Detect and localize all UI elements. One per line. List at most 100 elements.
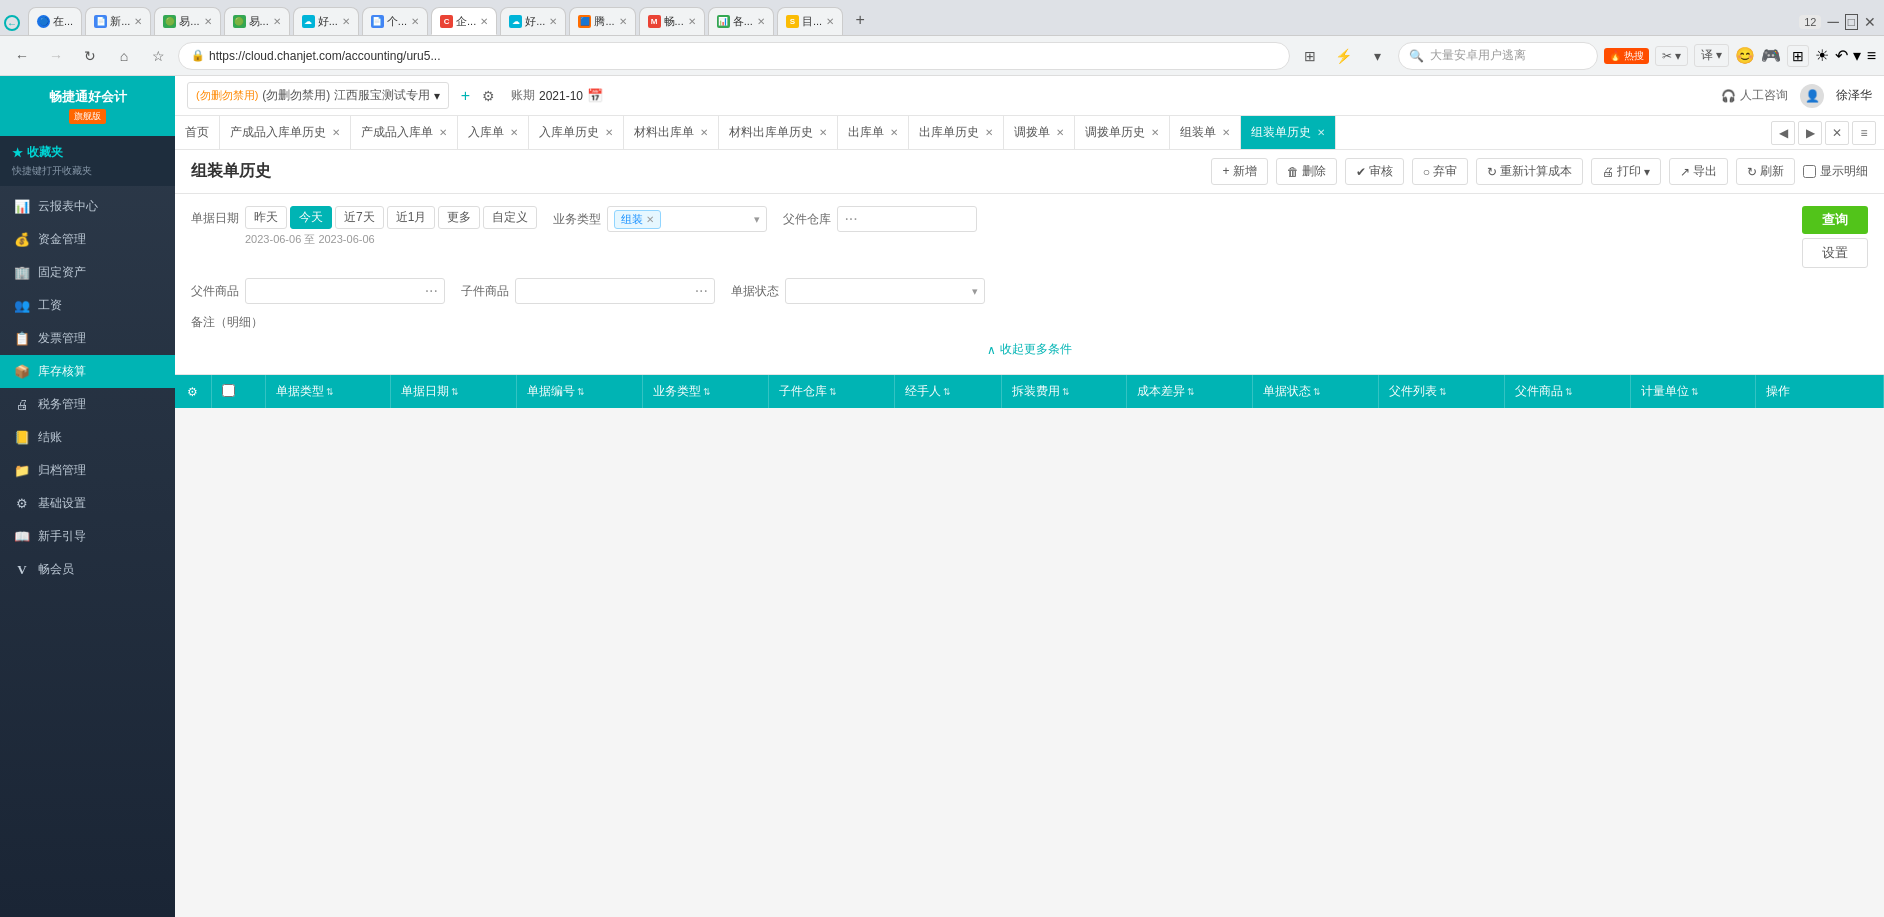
tab-close[interactable]: ✕ — [273, 16, 281, 27]
sidebar-item-assets[interactable]: 🏢 固定资产 — [0, 256, 175, 289]
tab-4[interactable]: 🟢 易... ✕ — [224, 7, 290, 35]
browser-back-icon[interactable]: ← — [4, 15, 20, 31]
tab-assembly[interactable]: 组装单 ✕ — [1170, 116, 1241, 150]
tab-12[interactable]: S 目... ✕ — [777, 7, 843, 35]
tab-homepage[interactable]: 首页 — [175, 116, 220, 150]
tab-close-icon[interactable]: ✕ — [439, 127, 447, 138]
tab-close-all[interactable]: ✕ — [1825, 121, 1849, 145]
custom-btn[interactable]: 自定义 — [483, 206, 537, 229]
tab-close[interactable]: ✕ — [619, 16, 627, 27]
more-btn[interactable]: 更多 — [438, 206, 480, 229]
apps-btn[interactable]: ⊞ — [1787, 45, 1809, 67]
tab-material-outbound[interactable]: 材料出库单 ✕ — [624, 116, 719, 150]
settings-icon[interactable]: ⚙ — [482, 88, 495, 104]
window-close[interactable]: ✕ — [1864, 14, 1876, 30]
tab-inbound-history[interactable]: 入库单历史 ✕ — [529, 116, 624, 150]
tab-outbound[interactable]: 出库单 ✕ — [838, 116, 909, 150]
show-detail-checkbox[interactable]: 显示明细 — [1803, 163, 1868, 180]
th-order-date[interactable]: 单据日期⇅ — [391, 375, 517, 408]
order-status-select[interactable]: ▾ — [785, 278, 985, 304]
yesterday-btn[interactable]: 昨天 — [245, 206, 287, 229]
tab-add[interactable]: + — [846, 7, 874, 35]
tab-assembly-history[interactable]: 组装单历史 ✕ — [1241, 116, 1336, 150]
tab-close[interactable]: ✕ — [688, 16, 696, 27]
last1month-btn[interactable]: 近1月 — [387, 206, 436, 229]
tab-close-icon[interactable]: ✕ — [605, 127, 613, 138]
tab-8[interactable]: ☁ 好... ✕ — [500, 7, 566, 35]
tab-close[interactable]: ✕ — [826, 16, 834, 27]
sidebar-item-inventory[interactable]: 📦 库存核算 — [0, 355, 175, 388]
sun-btn[interactable]: ☀ — [1815, 46, 1829, 65]
history-btn[interactable]: ↶ ▾ — [1835, 46, 1860, 65]
sidebar-item-salary[interactable]: 👥 工资 — [0, 289, 175, 322]
sidebar-favorites[interactable]: ★收藏夹 快捷键打开收藏夹 — [0, 136, 175, 186]
business-type-input[interactable]: 组装 ✕ ▾ — [607, 206, 767, 232]
window-minimize[interactable]: ─ — [1827, 13, 1838, 31]
sidebar-item-finance[interactable]: 💰 资金管理 — [0, 223, 175, 256]
sidebar-item-guide[interactable]: 📖 新手引导 — [0, 520, 175, 553]
th-business-type[interactable]: 业务类型⇅ — [643, 375, 769, 408]
parent-warehouse-input[interactable]: ··· — [837, 206, 977, 232]
th-unit[interactable]: 计量单位⇅ — [1630, 375, 1756, 408]
tab-close[interactable]: ✕ — [204, 16, 212, 27]
tab-11[interactable]: 📊 各... ✕ — [708, 7, 774, 35]
consulting-btn[interactable]: 🎧 人工咨询 — [1721, 87, 1788, 104]
show-detail-input[interactable] — [1803, 165, 1816, 178]
tab-transfer[interactable]: 调拨单 ✕ — [1004, 116, 1075, 150]
period-selector[interactable]: 账期 2021-10 📅 — [503, 83, 611, 108]
collapse-btn[interactable]: ∧ 收起更多条件 — [191, 337, 1868, 362]
game-btn[interactable]: 🎮 — [1761, 46, 1781, 65]
sidebar-item-vip[interactable]: V 畅会员 — [0, 553, 175, 586]
tab-transfer-history[interactable]: 调拨单历史 ✕ — [1075, 116, 1170, 150]
tab-7-active[interactable]: C 企... ✕ — [431, 7, 497, 35]
sidebar-logo[interactable]: 畅捷通好会计 旗舰版 — [0, 76, 175, 136]
nav-forward[interactable]: → — [42, 42, 70, 70]
tab-6[interactable]: 📄 个... ✕ — [362, 7, 428, 35]
th-parent-list[interactable]: 父件列表⇅ — [1379, 375, 1505, 408]
tab-close[interactable]: ✕ — [549, 16, 557, 27]
th-child-warehouse[interactable]: 子件仓库⇅ — [768, 375, 894, 408]
tab-close-icon[interactable]: ✕ — [890, 127, 898, 138]
nav-refresh[interactable]: ↻ — [76, 42, 104, 70]
th-order-type[interactable]: 单据类型⇅ — [265, 375, 391, 408]
address-input[interactable]: 🔒 https://cloud.chanjet.com/accounting/u… — [178, 42, 1290, 70]
tab-close[interactable]: ✕ — [480, 16, 488, 27]
tab-close-icon[interactable]: ✕ — [700, 127, 708, 138]
tab-close-icon[interactable]: ✕ — [332, 127, 340, 138]
export-btn[interactable]: ↗ 导出 — [1669, 158, 1728, 185]
add-company-btn[interactable]: + — [457, 87, 474, 105]
abandon-btn[interactable]: ○ 弃审 — [1412, 158, 1468, 185]
th-order-status[interactable]: 单据状态⇅ — [1253, 375, 1379, 408]
tab-close[interactable]: ✕ — [134, 16, 142, 27]
extensions-btn[interactable]: ⚡ — [1330, 42, 1358, 70]
tab-material-outbound-history[interactable]: 材料出库单历史 ✕ — [719, 116, 838, 150]
tag-close-icon[interactable]: ✕ — [646, 214, 654, 225]
sidebar-item-tax[interactable]: 🖨 税务管理 — [0, 388, 175, 421]
nav-bookmark[interactable]: ☆ — [144, 42, 172, 70]
tab-outbound-history[interactable]: 出库单历史 ✕ — [909, 116, 1004, 150]
nav-back[interactable]: ← — [8, 42, 36, 70]
tab-9[interactable]: 🟦 腾... ✕ — [569, 7, 635, 35]
tab-finished-goods[interactable]: 产成品入库单 ✕ — [351, 116, 458, 150]
th-cost-diff[interactable]: 成本差异⇅ — [1127, 375, 1253, 408]
tab-2[interactable]: 📄 新... ✕ — [85, 7, 151, 35]
tab-3[interactable]: 🟢 易... ✕ — [154, 7, 220, 35]
tab-grid-btn[interactable]: ⊞ — [1296, 42, 1324, 70]
tab-more[interactable]: ≡ — [1852, 121, 1876, 145]
tab-close-icon[interactable]: ✕ — [1056, 127, 1064, 138]
sidebar-item-close-books[interactable]: 📒 结账 — [0, 421, 175, 454]
add-btn[interactable]: + 新增 — [1211, 158, 1267, 185]
tab-close[interactable]: ✕ — [411, 16, 419, 27]
tab-10[interactable]: M 畅... ✕ — [639, 7, 705, 35]
dropdown-btn[interactable]: ▾ — [1364, 42, 1392, 70]
window-maximize[interactable]: □ — [1845, 14, 1858, 30]
tab-close-icon[interactable]: ✕ — [819, 127, 827, 138]
last7days-btn[interactable]: 近7天 — [335, 206, 384, 229]
user-avatar[interactable]: 👤 — [1800, 84, 1824, 108]
child-goods-input[interactable]: ··· — [515, 278, 715, 304]
delete-btn[interactable]: 🗑 删除 — [1276, 158, 1337, 185]
scissors-btn[interactable]: ✂ ▾ — [1655, 46, 1688, 66]
today-btn[interactable]: 今天 — [290, 206, 332, 229]
tab-close-icon[interactable]: ✕ — [1317, 127, 1325, 138]
tab-close-icon[interactable]: ✕ — [1151, 127, 1159, 138]
